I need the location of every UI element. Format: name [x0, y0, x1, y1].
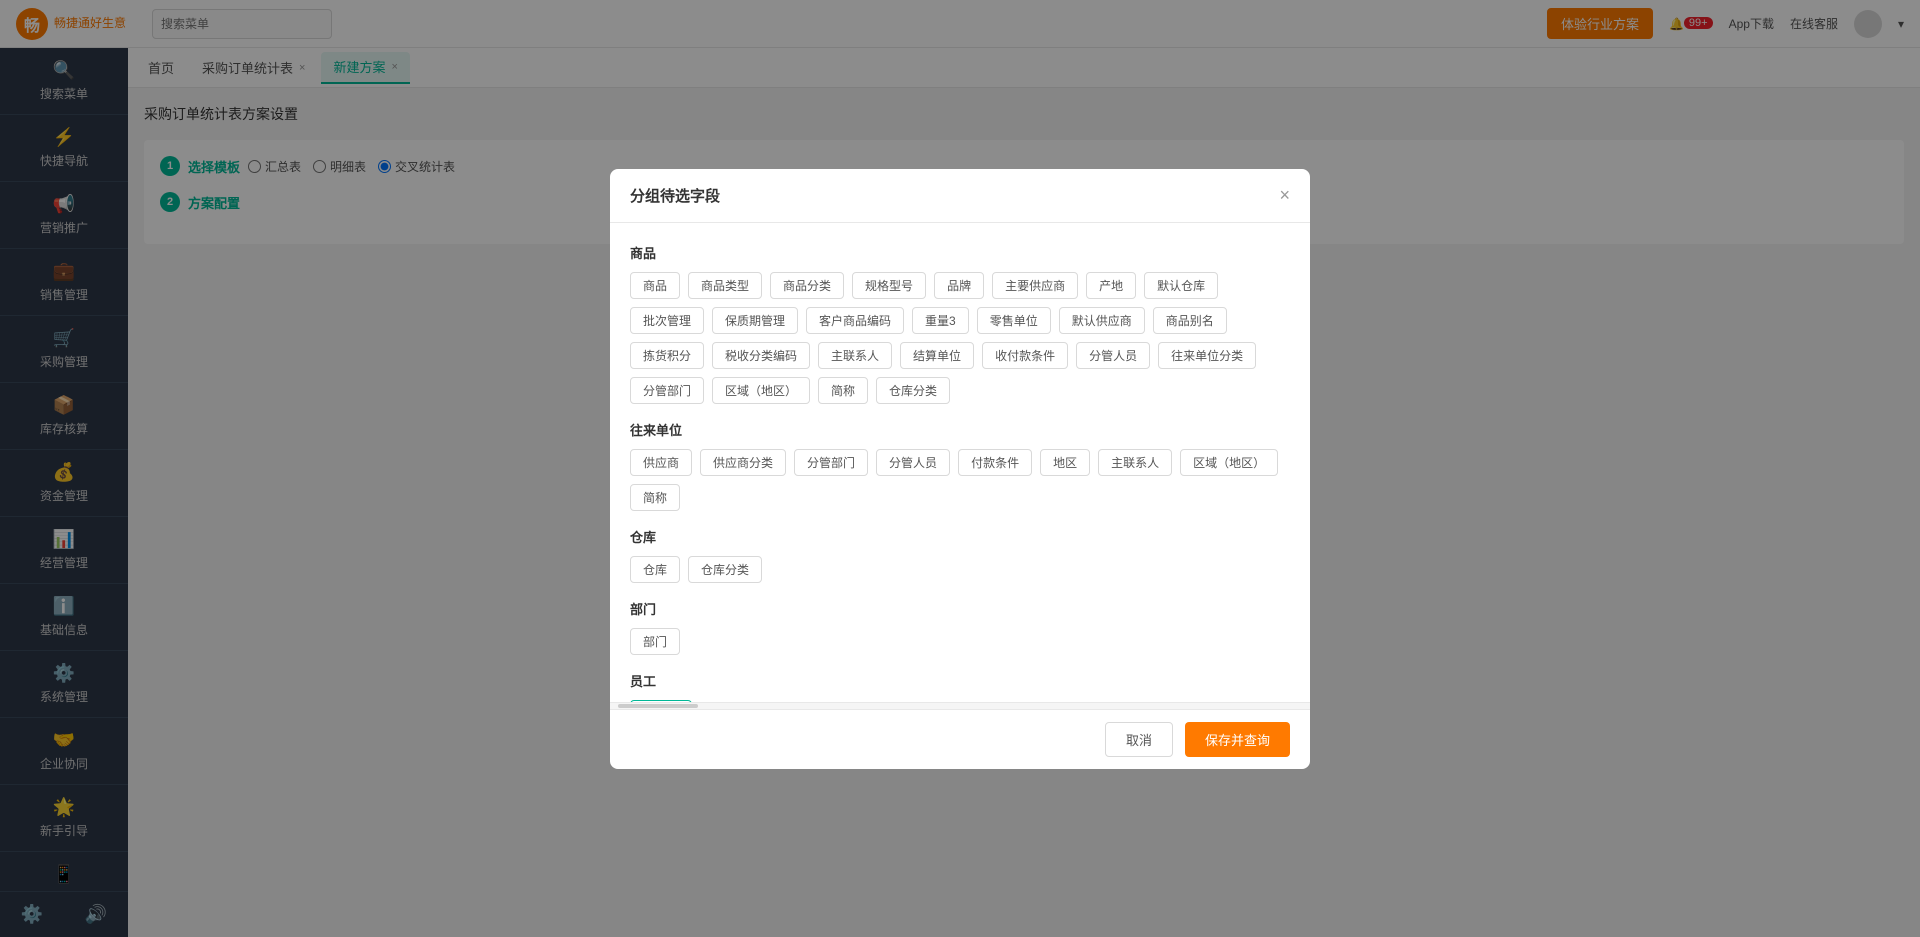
section-goods-title: 商品	[630, 243, 1290, 262]
section-dept-fields: 部门	[630, 628, 1290, 655]
field-main-contact[interactable]: 主联系人	[818, 342, 892, 369]
field-main-contact2[interactable]: 主联系人	[1098, 449, 1172, 476]
field-shelf-life[interactable]: 保质期管理	[712, 307, 798, 334]
field-warehouse-cat[interactable]: 仓库分类	[688, 556, 762, 583]
field-district[interactable]: 地区	[1040, 449, 1090, 476]
field-pick-score[interactable]: 拣货积分	[630, 342, 704, 369]
field-dept[interactable]: 部门	[630, 628, 680, 655]
field-region-area[interactable]: 区域（地区）	[712, 377, 810, 404]
field-customer-code[interactable]: 客户商品编码	[806, 307, 904, 334]
field-brand[interactable]: 品牌	[934, 272, 984, 299]
field-warehouse[interactable]: 仓库	[630, 556, 680, 583]
modal-footer: 取消 保存并查询	[610, 709, 1310, 769]
modal-header: 分组待选字段 ×	[610, 169, 1310, 223]
field-responsible-person[interactable]: 分管人员	[1076, 342, 1150, 369]
field-partner-category[interactable]: 往来单位分类	[1158, 342, 1256, 369]
section-dept-title: 部门	[630, 599, 1290, 618]
save-button[interactable]: 保存并查询	[1185, 722, 1290, 757]
section-warehouse-fields: 仓库 仓库分类	[630, 556, 1290, 583]
field-goods-category[interactable]: 商品分类	[770, 272, 844, 299]
field-main-supplier[interactable]: 主要供应商	[992, 272, 1078, 299]
field-weight3[interactable]: 重量3	[912, 307, 969, 334]
field-person-charge[interactable]: 分管人员	[876, 449, 950, 476]
field-warehouse-category[interactable]: 仓库分类	[876, 377, 950, 404]
section-goods-fields: 商品 商品类型 商品分类 规格型号 品牌 主要供应商 产地 默认仓库 批次管理 …	[630, 272, 1290, 404]
modal-body: 商品 商品 商品类型 商品分类 规格型号 品牌 主要供应商 产地 默认仓库 批次…	[610, 223, 1310, 703]
section-partner-title: 往来单位	[630, 420, 1290, 439]
field-payment-terms[interactable]: 收付款条件	[982, 342, 1068, 369]
field-short-name[interactable]: 简称	[818, 377, 868, 404]
section-warehouse-title: 仓库	[630, 527, 1290, 546]
field-dept-charge[interactable]: 分管部门	[794, 449, 868, 476]
field-region2[interactable]: 区域（地区）	[1180, 449, 1278, 476]
field-select-modal: 分组待选字段 × 商品 商品 商品类型 商品分类 规格型号 品牌 主要供应商 产…	[610, 169, 1310, 769]
modal-close-button[interactable]: ×	[1279, 186, 1290, 204]
cancel-button[interactable]: 取消	[1105, 722, 1173, 757]
section-staff-title: 员工	[630, 671, 1290, 690]
modal-title: 分组待选字段	[630, 185, 720, 206]
field-supplier-category[interactable]: 供应商分类	[700, 449, 786, 476]
field-batch-mgmt[interactable]: 批次管理	[630, 307, 704, 334]
field-goods-type[interactable]: 商品类型	[688, 272, 762, 299]
modal-overlay: 分组待选字段 × 商品 商品 商品类型 商品分类 规格型号 品牌 主要供应商 产…	[0, 0, 1920, 937]
field-tax-code[interactable]: 税收分类编码	[712, 342, 810, 369]
field-origin[interactable]: 产地	[1086, 272, 1136, 299]
field-default-warehouse[interactable]: 默认仓库	[1144, 272, 1218, 299]
field-alias[interactable]: 商品别名	[1153, 307, 1227, 334]
field-supplier[interactable]: 供应商	[630, 449, 692, 476]
field-payment-condition[interactable]: 付款条件	[958, 449, 1032, 476]
field-dept-in-charge[interactable]: 分管部门	[630, 377, 704, 404]
field-settlement-unit[interactable]: 结算单位	[900, 342, 974, 369]
field-goods[interactable]: 商品	[630, 272, 680, 299]
field-retail-unit[interactable]: 零售单位	[977, 307, 1051, 334]
field-default-supplier[interactable]: 默认供应商	[1059, 307, 1145, 334]
section-partner-fields: 供应商 供应商分类 分管部门 分管人员 付款条件 地区 主联系人 区域（地区） …	[630, 449, 1290, 511]
field-spec-model[interactable]: 规格型号	[852, 272, 926, 299]
field-short-name2[interactable]: 简称	[630, 484, 680, 511]
